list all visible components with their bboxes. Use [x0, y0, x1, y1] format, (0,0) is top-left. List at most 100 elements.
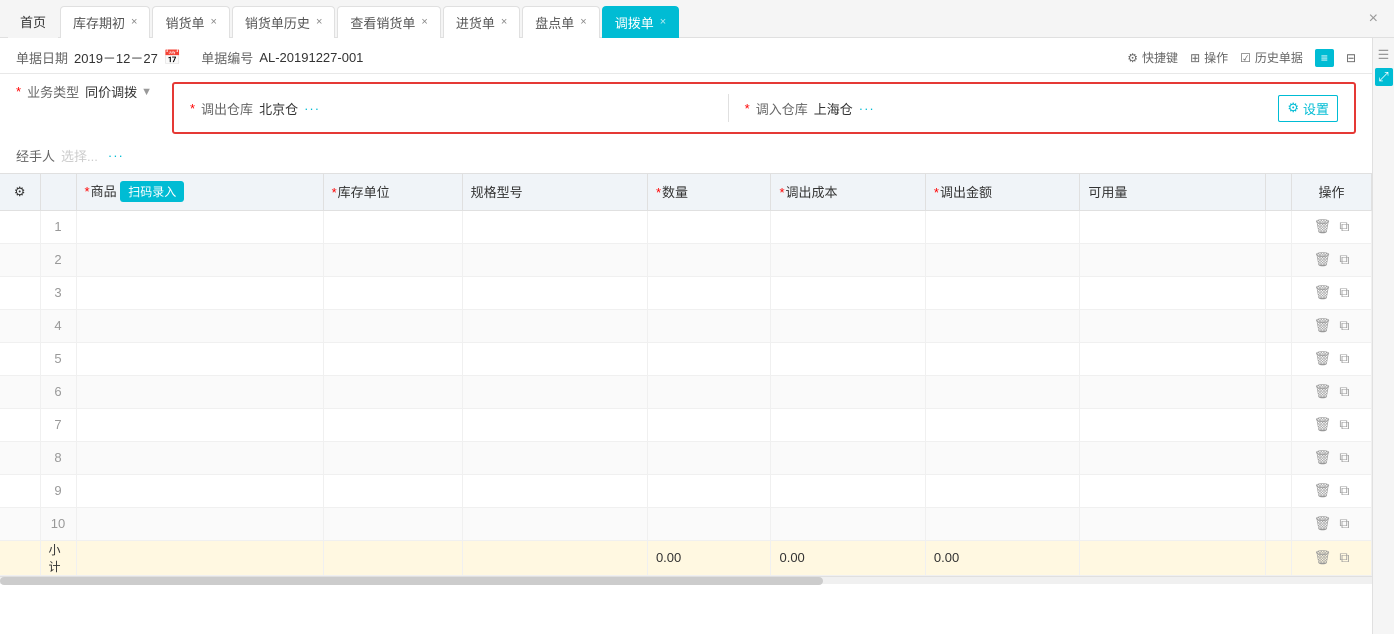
window-close-button[interactable]: ×: [1361, 6, 1386, 32]
out-wh-more-button[interactable]: ···: [304, 101, 320, 116]
biz-type-dropdown-icon: ▼: [141, 86, 152, 98]
calendar-icon[interactable]: 📅: [164, 49, 181, 66]
row-ops-cell: 🗑 ⧉: [1292, 375, 1372, 408]
tab-stocktake[interactable]: 盘点单 ×: [522, 6, 599, 38]
row-product-cell[interactable]: [76, 243, 323, 276]
row-product-cell[interactable]: [76, 408, 323, 441]
handler-placeholder[interactable]: 选择...: [61, 146, 98, 165]
row-product-cell[interactable]: [76, 507, 323, 540]
row-product-cell[interactable]: [76, 309, 323, 342]
delete-icon[interactable]: 🗑: [1314, 317, 1332, 334]
tab-close-sales-history[interactable]: ×: [316, 16, 322, 28]
copy-icon[interactable]: ⧉: [1339, 449, 1349, 466]
tab-sales[interactable]: 销货单 ×: [152, 6, 229, 38]
delete-icon[interactable]: 🗑: [1314, 350, 1332, 367]
subtotal-product: [76, 540, 323, 575]
sidebar-list-icon[interactable]: ☰: [1375, 46, 1393, 64]
tab-inventory-init[interactable]: 库存期初 ×: [60, 6, 150, 38]
settings-button[interactable]: ⚙ 设置: [1278, 95, 1338, 122]
row-amount-cell: [925, 474, 1079, 507]
in-wh-more-button[interactable]: ···: [859, 101, 875, 116]
row-product-cell[interactable]: [76, 375, 323, 408]
in-wh-value[interactable]: 上海仓: [814, 99, 853, 118]
subtotal-cost: 0.00: [771, 540, 925, 575]
row-qty-cell: [647, 474, 771, 507]
tab-view-sales[interactable]: 查看销货单 ×: [337, 6, 440, 38]
tab-close-stocktake[interactable]: ×: [580, 16, 586, 28]
row-spec-cell: [462, 507, 647, 540]
tab-home[interactable]: 首页: [8, 6, 58, 38]
operation-label: 操作: [1204, 49, 1228, 66]
tab-close-purchase[interactable]: ×: [501, 16, 507, 28]
copy-icon[interactable]: ⧉: [1339, 317, 1349, 334]
copy-icon[interactable]: ⧉: [1339, 549, 1349, 566]
delete-icon[interactable]: 🗑: [1314, 515, 1332, 532]
row-product-cell[interactable]: [76, 474, 323, 507]
copy-icon[interactable]: ⧉: [1339, 515, 1349, 532]
table-settings-icon[interactable]: ⚙: [14, 184, 26, 199]
row-spec-cell: [462, 408, 647, 441]
out-wh-value[interactable]: 北京仓: [259, 99, 298, 118]
copy-icon[interactable]: ⧉: [1339, 383, 1349, 400]
layout-button1[interactable]: ≡: [1315, 49, 1334, 67]
row-spec-cell: [462, 474, 647, 507]
row-product-cell[interactable]: [76, 276, 323, 309]
biz-type-select[interactable]: 同价调拨 ▼: [85, 82, 152, 101]
copy-icon[interactable]: ⧉: [1339, 416, 1349, 433]
row-unit-cell: [323, 276, 462, 309]
delete-icon[interactable]: 🗑: [1314, 482, 1332, 499]
tab-sales-history[interactable]: 销货单历史 ×: [232, 6, 335, 38]
row-avail-cell: [1080, 309, 1265, 342]
shortcut-button[interactable]: ⚙ 快捷键: [1127, 49, 1178, 66]
table-header-row: ⚙ *商品 扫码录入 *库存单位 规格型号 *数量: [0, 174, 1372, 210]
tab-purchase[interactable]: 进货单 ×: [443, 6, 520, 38]
delete-icon[interactable]: 🗑: [1314, 218, 1332, 235]
layout-button2[interactable]: ⊟: [1346, 51, 1356, 65]
copy-icon[interactable]: ⧉: [1339, 218, 1349, 235]
table-row: 10 🗑 ⧉: [0, 507, 1372, 540]
handler-more-button[interactable]: ···: [108, 148, 124, 163]
subtotal-spacer2: [1265, 540, 1291, 575]
biz-required-star: *: [16, 84, 21, 99]
biz-type-value: 同价调拨: [85, 82, 137, 101]
tab-close-sales[interactable]: ×: [210, 16, 216, 28]
col-qty-header: *数量: [647, 174, 771, 210]
col-ops-header: 操作: [1292, 174, 1372, 210]
copy-icon[interactable]: ⧉: [1339, 284, 1349, 301]
tab-close-transfer[interactable]: ×: [660, 16, 666, 28]
operation-button[interactable]: ⊞ 操作: [1190, 49, 1228, 66]
history-button[interactable]: ☑ 历史单据: [1240, 49, 1303, 66]
delete-icon[interactable]: 🗑: [1314, 449, 1332, 466]
row-spec-cell: [462, 309, 647, 342]
delete-icon[interactable]: 🗑: [1314, 251, 1332, 268]
table-row: 2 🗑 ⧉: [0, 243, 1372, 276]
delete-icon[interactable]: 🗑: [1314, 549, 1332, 566]
copy-icon[interactable]: ⧉: [1339, 350, 1349, 367]
row-spec-cell: [462, 441, 647, 474]
row-unit-cell: [323, 375, 462, 408]
delete-icon[interactable]: 🗑: [1314, 284, 1332, 301]
copy-icon[interactable]: ⧉: [1339, 251, 1349, 268]
scan-button[interactable]: 扫码录入: [120, 181, 184, 202]
tab-close-inventory-init[interactable]: ×: [131, 16, 137, 28]
row-spacer-cell: [1265, 507, 1291, 540]
row-product-cell[interactable]: [76, 342, 323, 375]
row-ops-cell: 🗑 ⧉: [1292, 474, 1372, 507]
col-gear-header: ⚙: [0, 174, 40, 210]
row-gear-cell: [0, 441, 40, 474]
tab-transfer[interactable]: 调拨单 ×: [602, 6, 679, 38]
layout-icon2: ⊟: [1346, 51, 1356, 65]
layout-icon1: ≡: [1321, 51, 1328, 65]
row-no-cell: 9: [40, 474, 76, 507]
delete-icon[interactable]: 🗑: [1314, 383, 1332, 400]
tab-close-view-sales[interactable]: ×: [421, 16, 427, 28]
row-avail-cell: [1080, 243, 1265, 276]
row-product-cell[interactable]: [76, 441, 323, 474]
copy-icon[interactable]: ⧉: [1339, 482, 1349, 499]
bottom-scroll[interactable]: [0, 576, 1372, 584]
settings-label: 设置: [1303, 99, 1329, 118]
row-ops-cell: 🗑 ⧉: [1292, 441, 1372, 474]
sidebar-expand-icon[interactable]: ⤢: [1375, 68, 1393, 86]
delete-icon[interactable]: 🗑: [1314, 416, 1332, 433]
row-product-cell[interactable]: [76, 210, 323, 243]
